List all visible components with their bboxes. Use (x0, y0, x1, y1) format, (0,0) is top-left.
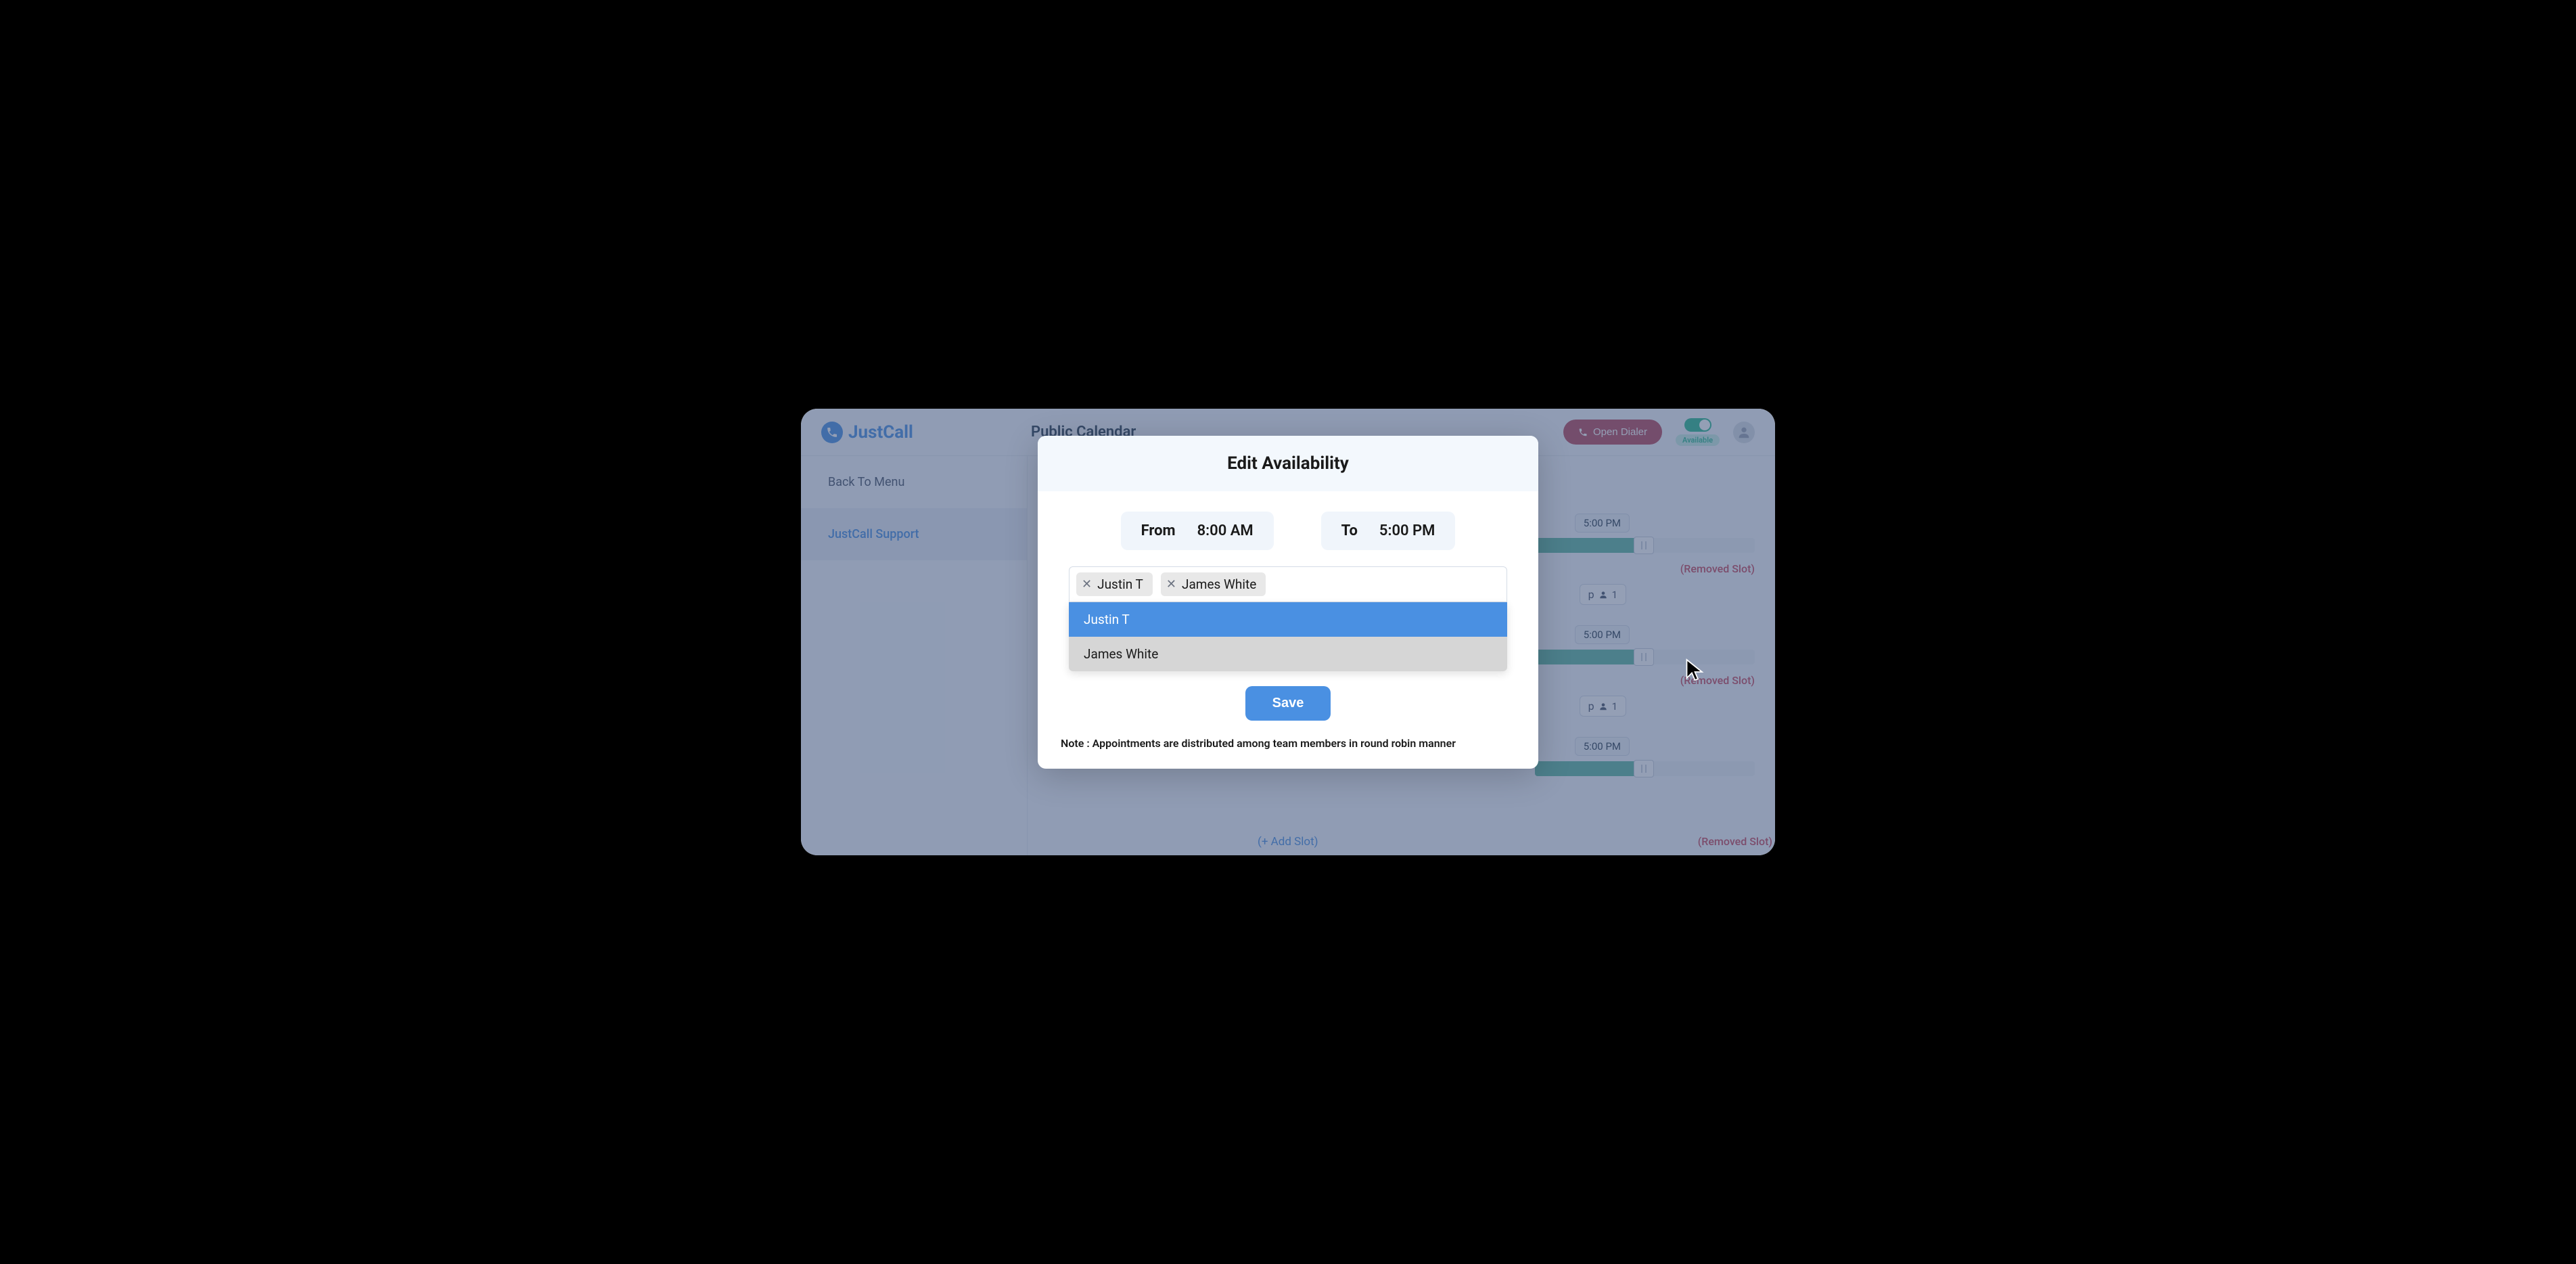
cursor-icon (1684, 658, 1708, 682)
chip-label: Justin T (1097, 577, 1143, 592)
chip-label: James White (1182, 577, 1256, 592)
modal-title: Edit Availability (1038, 453, 1538, 474)
remove-chip-icon[interactable]: ✕ (1166, 579, 1176, 591)
from-value: 8:00 AM (1197, 522, 1254, 539)
from-label: From (1141, 522, 1176, 539)
member-select-input[interactable]: ✕ Justin T ✕ James White (1069, 566, 1507, 602)
modal-note: Note : Appointments are distributed amon… (1038, 737, 1538, 769)
edit-availability-modal: Edit Availability From 8:00 AM To 5:00 P… (1038, 436, 1538, 769)
save-button[interactable]: Save (1245, 686, 1331, 721)
to-label: To (1341, 522, 1358, 539)
app-window: JustCall Public Calendar Open Dialer Ava… (801, 409, 1775, 855)
dropdown-option[interactable]: James White (1069, 637, 1507, 671)
from-time-field[interactable]: From 8:00 AM (1121, 512, 1274, 550)
modal-header: Edit Availability (1038, 436, 1538, 491)
member-chip: ✕ James White (1161, 572, 1266, 596)
remove-chip-icon[interactable]: ✕ (1082, 579, 1092, 591)
to-time-field[interactable]: To 5:00 PM (1321, 512, 1456, 550)
dropdown-option[interactable]: Justin T (1069, 602, 1507, 637)
to-value: 5:00 PM (1379, 522, 1435, 539)
member-dropdown: Justin T James White (1069, 602, 1507, 671)
member-chip: ✕ Justin T (1076, 572, 1153, 596)
